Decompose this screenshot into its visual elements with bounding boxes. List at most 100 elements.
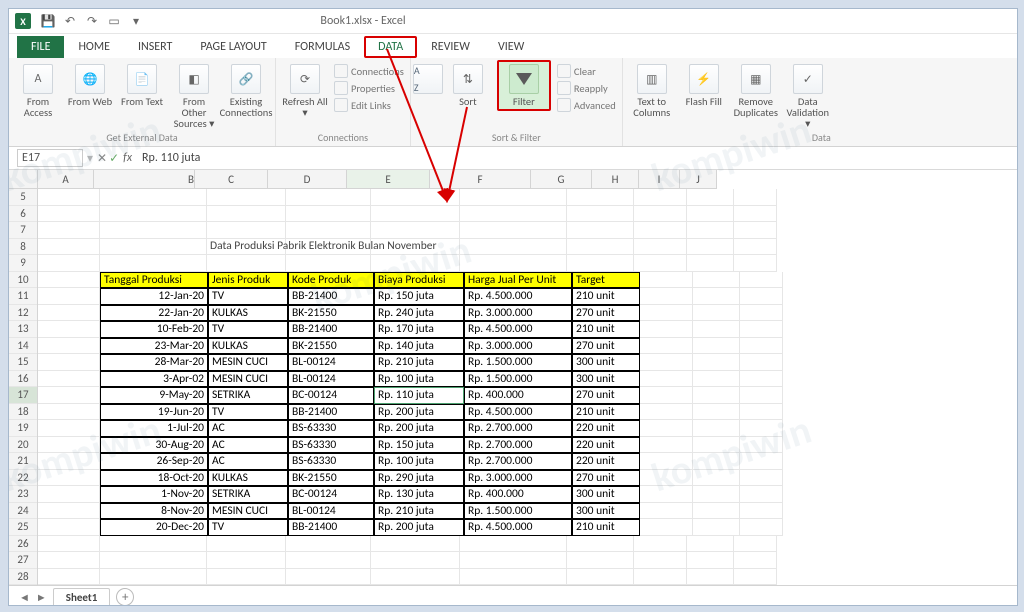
row-header[interactable]: 16	[9, 371, 37, 388]
cell[interactable]: Data Produksi Pabrik Elektronik Bulan No…	[207, 239, 286, 256]
cell[interactable]: 300 unit	[572, 371, 640, 388]
cell[interactable]	[687, 222, 734, 239]
cell[interactable]: 30-Aug-20	[100, 437, 208, 454]
cell[interactable]	[740, 404, 783, 421]
cell[interactable]	[734, 536, 777, 553]
cell[interactable]	[693, 338, 740, 355]
cell[interactable]: MESIN CUCI	[208, 503, 288, 520]
cell[interactable]	[640, 404, 693, 421]
cell[interactable]: 300 unit	[572, 486, 640, 503]
cell[interactable]	[640, 387, 693, 404]
worksheet-grid[interactable]: Data Produksi Pabrik Elektronik Bulan No…	[38, 189, 783, 585]
cell[interactable]: Rp. 290 juta	[374, 470, 464, 487]
cell[interactable]: Rp. 150 juta	[374, 437, 464, 454]
cell[interactable]	[207, 189, 286, 206]
cell[interactable]: Rp. 110 juta	[374, 387, 464, 404]
cell[interactable]	[640, 272, 693, 289]
redo-icon[interactable]: ↷	[84, 13, 100, 29]
cell[interactable]	[286, 536, 371, 553]
advanced-filter-button[interactable]: Advanced	[557, 98, 616, 112]
cell[interactable]	[207, 222, 286, 239]
row-header[interactable]: 26	[9, 536, 37, 553]
cell[interactable]: 23-Mar-20	[100, 338, 208, 355]
cell[interactable]	[567, 552, 634, 569]
cell[interactable]	[740, 305, 783, 322]
cell[interactable]	[100, 569, 207, 586]
row-header[interactable]: 7	[9, 222, 37, 239]
cell[interactable]	[693, 371, 740, 388]
cell[interactable]	[38, 503, 100, 520]
cell[interactable]	[38, 272, 100, 289]
cell[interactable]	[693, 288, 740, 305]
cell[interactable]: Rp. 4.500.000	[464, 519, 572, 536]
cell[interactable]	[38, 552, 100, 569]
column-header[interactable]: G	[531, 170, 592, 188]
cell[interactable]	[634, 206, 687, 223]
cell[interactable]: Rp. 4.500.000	[464, 321, 572, 338]
cell[interactable]	[100, 536, 207, 553]
cell[interactable]	[693, 321, 740, 338]
cell[interactable]: Rp. 3.000.000	[464, 305, 572, 322]
refresh-all-button[interactable]: ⟳Refresh All ▾	[282, 60, 328, 118]
cell[interactable]: 22-Jan-20	[100, 305, 208, 322]
cell[interactable]	[38, 404, 100, 421]
column-header[interactable]: F	[430, 170, 531, 188]
cell[interactable]: 9-May-20	[100, 387, 208, 404]
cell[interactable]	[687, 569, 734, 586]
cell[interactable]: 270 unit	[572, 387, 640, 404]
properties-button[interactable]: Properties	[334, 81, 404, 95]
cell[interactable]: Rp. 1.500.000	[464, 371, 572, 388]
cell[interactable]	[38, 321, 100, 338]
cell[interactable]	[634, 255, 687, 272]
cell[interactable]	[460, 569, 567, 586]
new-sheet-button[interactable]: +	[116, 588, 134, 606]
cell[interactable]: Rp. 150 juta	[374, 288, 464, 305]
cell[interactable]: Rp. 1.500.000	[464, 354, 572, 371]
cell[interactable]: Rp. 4.500.000	[464, 404, 572, 421]
cell[interactable]: BK-21550	[288, 305, 374, 322]
cell[interactable]	[38, 305, 100, 322]
cell[interactable]	[693, 404, 740, 421]
cell[interactable]: BK-21550	[288, 470, 374, 487]
cell[interactable]	[734, 222, 777, 239]
from-other-sources-button[interactable]: ◧From Other Sources ▾	[171, 60, 217, 129]
tab-data[interactable]: DATA	[364, 36, 417, 58]
row-header[interactable]: 9	[9, 255, 37, 272]
cell[interactable]: Biaya Produksi	[374, 272, 464, 289]
tab-review[interactable]: REVIEW	[417, 36, 484, 58]
from-access-button[interactable]: AFrom Access	[15, 60, 61, 118]
cell[interactable]: 220 unit	[572, 437, 640, 454]
formula-input[interactable]: Rp. 110 juta	[136, 151, 1017, 165]
cell[interactable]	[38, 453, 100, 470]
flash-fill-button[interactable]: ⚡Flash Fill	[681, 60, 727, 107]
column-header[interactable]: B	[94, 170, 195, 188]
cell[interactable]	[567, 536, 634, 553]
cell[interactable]: Rp. 200 juta	[374, 404, 464, 421]
cell[interactable]: Kode Produk	[288, 272, 374, 289]
cell[interactable]	[640, 354, 693, 371]
column-header[interactable]: A	[38, 170, 94, 188]
row-header[interactable]: 22	[9, 470, 37, 487]
cell[interactable]	[740, 272, 783, 289]
cell[interactable]: 210 unit	[572, 288, 640, 305]
cell[interactable]: 270 unit	[572, 305, 640, 322]
cell[interactable]	[734, 552, 777, 569]
cell[interactable]: Rp. 210 juta	[374, 354, 464, 371]
row-header[interactable]: 27	[9, 552, 37, 569]
cell[interactable]	[38, 387, 100, 404]
touch-mode-icon[interactable]: ▭	[106, 13, 122, 29]
cell[interactable]	[640, 486, 693, 503]
cell[interactable]	[207, 552, 286, 569]
select-all-corner[interactable]	[9, 170, 38, 189]
row-header[interactable]: 5	[9, 189, 37, 206]
from-web-button[interactable]: 🌐From Web	[67, 60, 113, 107]
cell[interactable]: 210 unit	[572, 321, 640, 338]
cell[interactable]: 210 unit	[572, 404, 640, 421]
cell[interactable]: Rp. 3.000.000	[464, 470, 572, 487]
cell[interactable]: AC	[208, 453, 288, 470]
cell[interactable]	[693, 486, 740, 503]
cell[interactable]: KULKAS	[208, 338, 288, 355]
cell[interactable]	[567, 189, 634, 206]
cell[interactable]: 1-Jul-20	[100, 420, 208, 437]
cell[interactable]: Rp. 200 juta	[374, 420, 464, 437]
